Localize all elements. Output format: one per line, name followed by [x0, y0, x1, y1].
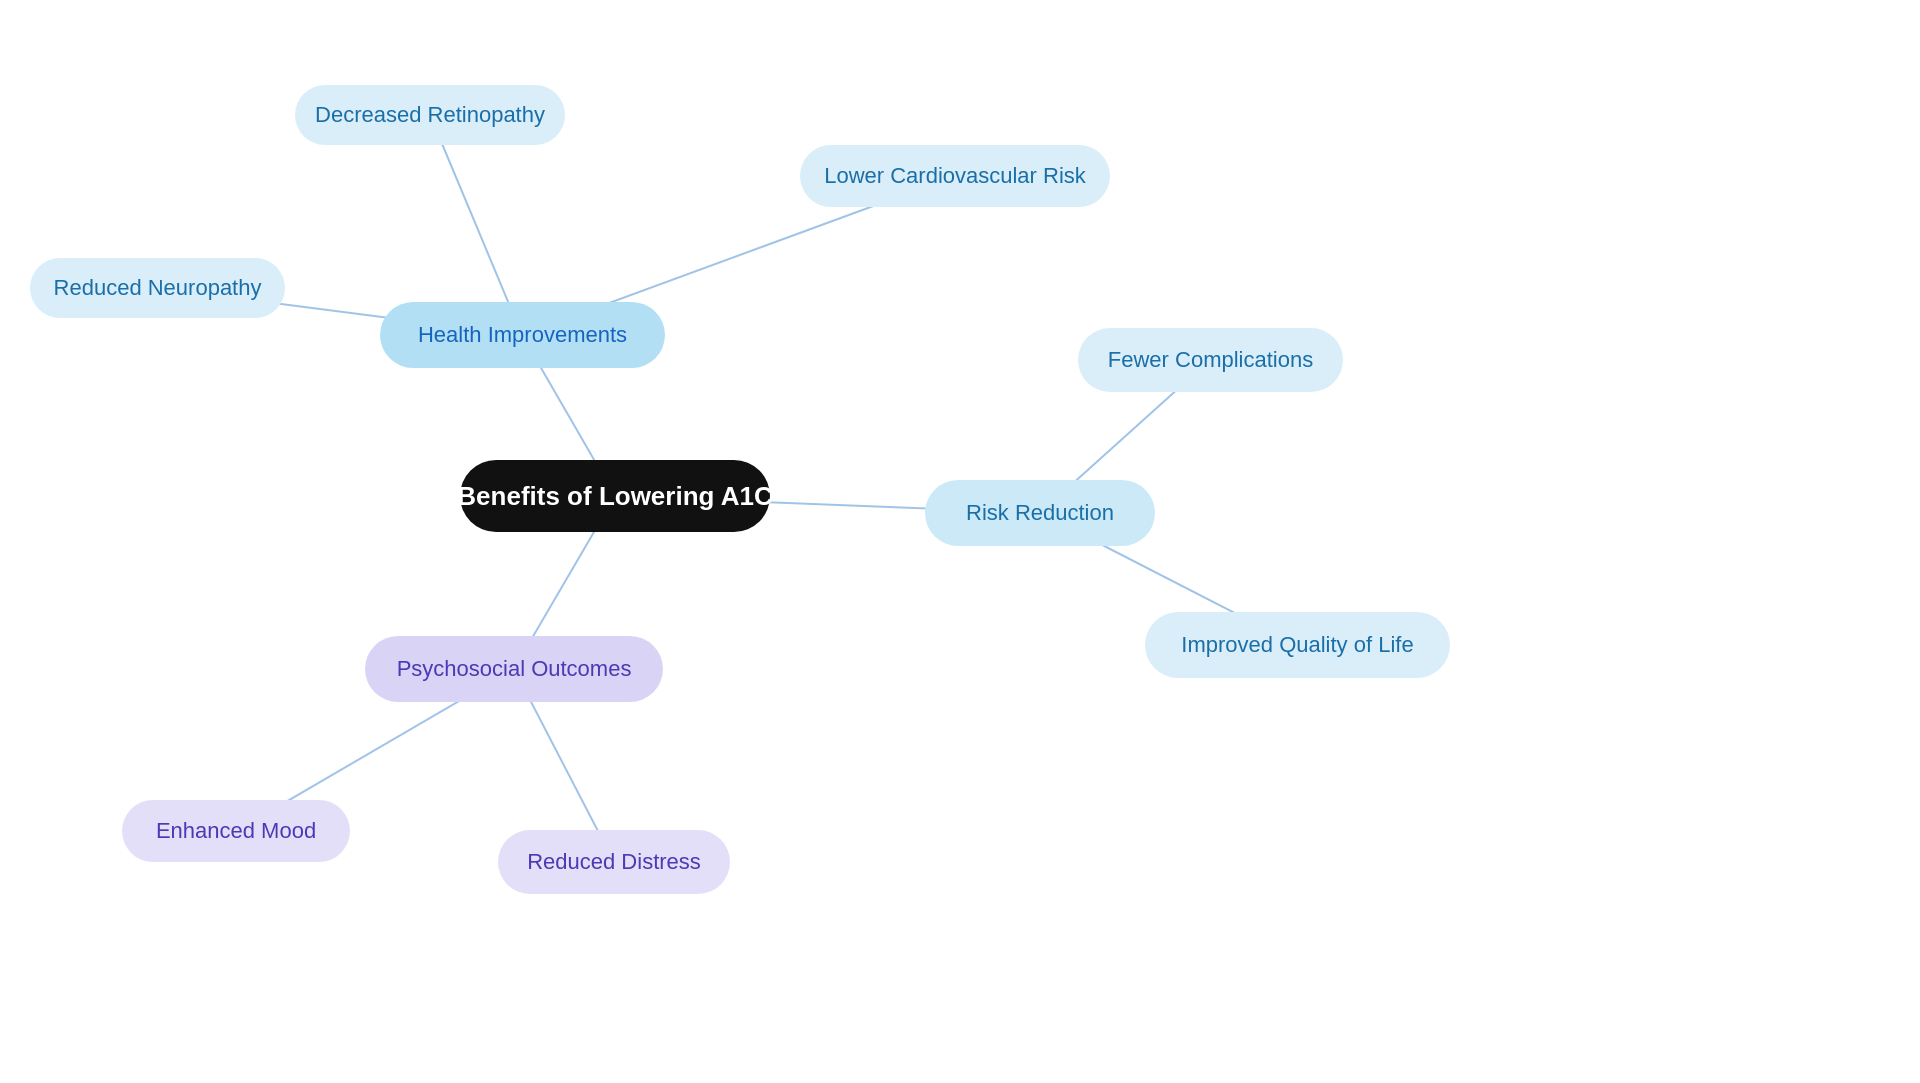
improved-quality-node: Improved Quality of Life	[1145, 612, 1450, 678]
center-node: Benefits of Lowering A1C	[460, 460, 770, 532]
fewer-complications-node: Fewer Complications	[1078, 328, 1343, 392]
enhanced-mood-node: Enhanced Mood	[122, 800, 350, 862]
decreased-retinopathy-node: Decreased Retinopathy	[295, 85, 565, 145]
risk-reduction-node: Risk Reduction	[925, 480, 1155, 546]
reduced-distress-node: Reduced Distress	[498, 830, 730, 894]
health-improvements-node: Health Improvements	[380, 302, 665, 368]
reduced-neuropathy-node: Reduced Neuropathy	[30, 258, 285, 318]
lower-cardiovascular-node: Lower Cardiovascular Risk	[800, 145, 1110, 207]
psychosocial-node: Psychosocial Outcomes	[365, 636, 663, 702]
